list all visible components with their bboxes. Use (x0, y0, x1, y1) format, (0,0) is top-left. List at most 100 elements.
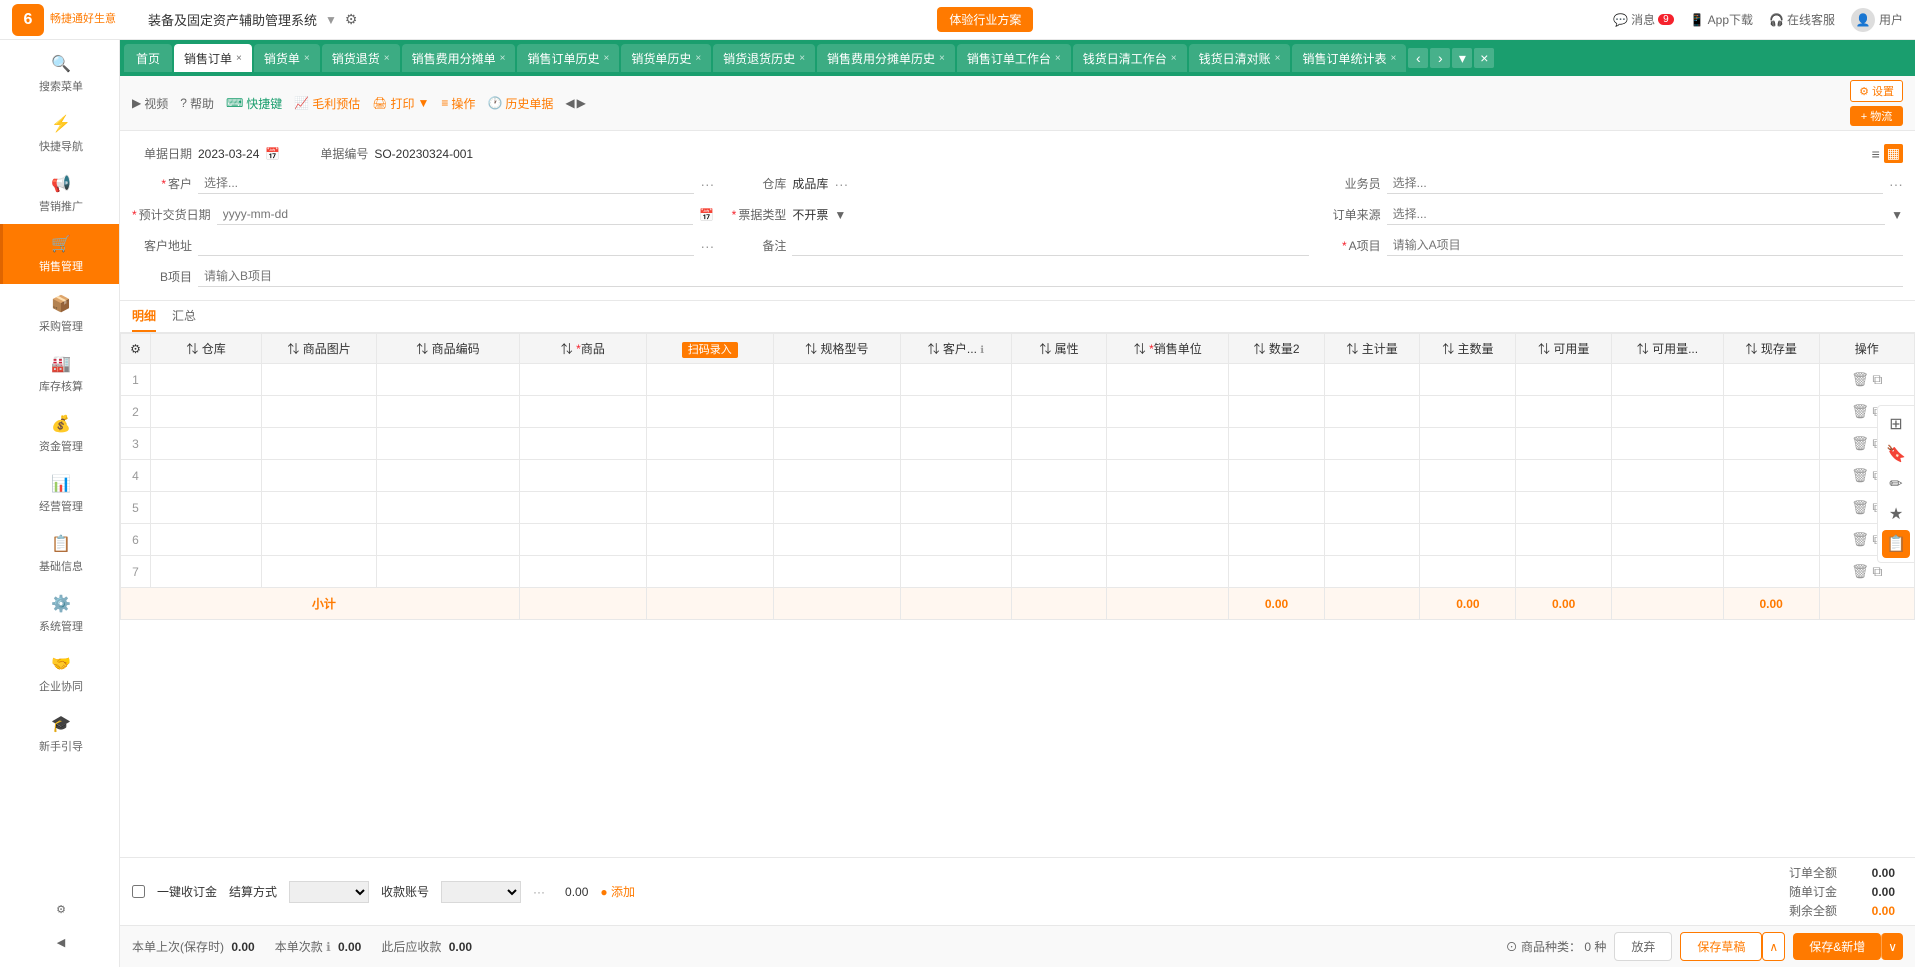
row-5-main-unit[interactable] (1324, 492, 1420, 524)
row-4-unit[interactable] (1107, 460, 1229, 492)
row-4-main-unit[interactable] (1324, 460, 1420, 492)
view-btn[interactable]: ▶ 视频 (132, 95, 168, 112)
tab-fee-history-close[interactable]: × (939, 53, 945, 64)
row-2-product[interactable] (519, 396, 646, 428)
row-2-unit[interactable] (1107, 396, 1229, 428)
row-1-delete-btn[interactable]: 🗑 (1851, 371, 1869, 387)
row-6-custom[interactable] (900, 524, 1011, 556)
tab-nav-left[interactable]: ‹ (1408, 48, 1428, 68)
next-doc-btn[interactable]: ▶ (577, 96, 586, 110)
row-4-stock[interactable] (1723, 460, 1819, 492)
tab-order-history-close[interactable]: × (603, 53, 609, 64)
col-stock-header[interactable]: ⇅ 现存量 (1723, 334, 1819, 364)
tab-return-history-close[interactable]: × (799, 53, 805, 64)
row-2-warehouse[interactable] (151, 396, 262, 428)
invoice-dropdown-icon[interactable]: ▼ (834, 208, 846, 222)
row-5-code[interactable] (376, 492, 519, 524)
row-6-image[interactable] (262, 524, 377, 556)
float-btn-4[interactable]: ★ (1882, 500, 1910, 528)
row-3-avail[interactable] (1516, 428, 1612, 460)
row-1-image[interactable] (262, 364, 377, 396)
sidebar-item-system[interactable]: ⚙️ 系统管理 (0, 584, 119, 644)
customer-more-btn[interactable]: ··· (700, 176, 714, 192)
save-new-button[interactable]: 保存&新增 (1793, 933, 1881, 960)
row-4-avail2[interactable] (1612, 460, 1724, 492)
row-3-main-qty[interactable] (1420, 428, 1516, 460)
tab-sales-goods[interactable]: 销货单 × (254, 44, 320, 72)
row-7-avail2[interactable] (1612, 556, 1724, 588)
row-7-copy-btn[interactable]: ⧉ (1872, 563, 1882, 579)
operations-btn[interactable]: ≡ 操作 (441, 95, 475, 112)
col-warehouse-header[interactable]: ⇅ 仓库 (151, 334, 262, 364)
row-6-stock[interactable] (1723, 524, 1819, 556)
delivery-input[interactable] (217, 204, 694, 225)
row-5-scan[interactable] (646, 492, 773, 524)
row-3-image[interactable] (262, 428, 377, 460)
tab-sales-order-history[interactable]: 销售订单历史 × (517, 44, 619, 72)
row-5-main-qty[interactable] (1420, 492, 1516, 524)
row-2-scan[interactable] (646, 396, 773, 428)
row-5-custom[interactable] (900, 492, 1011, 524)
row-1-attr[interactable] (1011, 364, 1106, 396)
row-4-attr[interactable] (1011, 460, 1106, 492)
scan-btn-header[interactable]: 扫码录入 (682, 342, 738, 358)
row-6-delete-btn[interactable]: 🗑 (1851, 531, 1869, 547)
row-4-avail[interactable] (1516, 460, 1612, 492)
row-3-attr[interactable] (1011, 428, 1106, 460)
row-5-warehouse[interactable] (151, 492, 262, 524)
row-1-qty2[interactable] (1229, 364, 1324, 396)
system-title-dropdown-icon[interactable]: ▼ (325, 13, 337, 27)
row-2-stock[interactable] (1723, 396, 1819, 428)
row-4-qty2[interactable] (1229, 460, 1324, 492)
sidebar-item-quick-nav[interactable]: ⚡ 快捷导航 (0, 104, 119, 164)
salesperson-more-btn[interactable]: ··· (1889, 176, 1903, 192)
row-1-scan[interactable] (646, 364, 773, 396)
message-area[interactable]: 💬 消息 9 (1613, 11, 1674, 28)
col-product-header[interactable]: ⇅ *商品 (519, 334, 646, 364)
tab-detail[interactable]: 明细 (132, 301, 156, 332)
print-dropdown-icon[interactable]: ▼ (418, 96, 430, 110)
row-3-scan[interactable] (646, 428, 773, 460)
row-3-stock[interactable] (1723, 428, 1819, 460)
tab-fee-history[interactable]: 销售费用分摊单历史 × (817, 44, 955, 72)
row-7-code[interactable] (376, 556, 519, 588)
row-3-code[interactable] (376, 428, 519, 460)
float-btn-2[interactable]: 🔖 (1882, 440, 1910, 468)
col-spec-header[interactable]: ⇅ 规格型号 (773, 334, 900, 364)
row-1-main-unit[interactable] (1324, 364, 1420, 396)
row-3-spec[interactable] (773, 428, 900, 460)
tab-sales-return[interactable]: 销货退货 × (322, 44, 400, 72)
sidebar-item-operation[interactable]: 📊 经营管理 (0, 464, 119, 524)
row-6-qty2[interactable] (1229, 524, 1324, 556)
col-avail-header[interactable]: ⇅ 可用量 (1516, 334, 1612, 364)
row-3-delete-btn[interactable]: 🗑 (1851, 435, 1869, 451)
row-5-image[interactable] (262, 492, 377, 524)
row-4-warehouse[interactable] (151, 460, 262, 492)
row-1-main-qty[interactable] (1420, 364, 1516, 396)
row-5-unit[interactable] (1107, 492, 1229, 524)
tab-sales-goods-close[interactable]: × (304, 53, 310, 64)
row-3-unit[interactable] (1107, 428, 1229, 460)
row-4-spec[interactable] (773, 460, 900, 492)
col-avail2-header[interactable]: ⇅ 可用量... (1612, 334, 1724, 364)
abandon-button[interactable]: 放弃 (1614, 932, 1672, 961)
row-4-custom[interactable] (900, 460, 1011, 492)
row-6-main-qty[interactable] (1420, 524, 1516, 556)
row-7-qty2[interactable] (1229, 556, 1324, 588)
tab-close-all[interactable]: × (1474, 48, 1494, 68)
col-image-header[interactable]: ⇅ 商品图片 (262, 334, 377, 364)
col-unit-header[interactable]: ⇅ *销售单位 (1107, 334, 1229, 364)
one-click-checkbox[interactable] (132, 885, 145, 898)
row-5-avail[interactable] (1516, 492, 1612, 524)
row-2-qty2[interactable] (1229, 396, 1324, 428)
row-6-spec[interactable] (773, 524, 900, 556)
tab-sales-order-close[interactable]: × (236, 53, 242, 64)
sidebar-settings-btn[interactable]: ⚙ (0, 893, 119, 926)
tab-stats[interactable]: 销售订单统计表 × (1292, 44, 1406, 72)
tab-daily-workbench[interactable]: 钱货日清工作台 × (1073, 44, 1187, 72)
row-6-attr[interactable] (1011, 524, 1106, 556)
row-7-avail[interactable] (1516, 556, 1612, 588)
sidebar-item-sales[interactable]: 🛒 销售管理 (0, 224, 119, 284)
row-4-code[interactable] (376, 460, 519, 492)
tab-order-wb-close[interactable]: × (1055, 53, 1061, 64)
